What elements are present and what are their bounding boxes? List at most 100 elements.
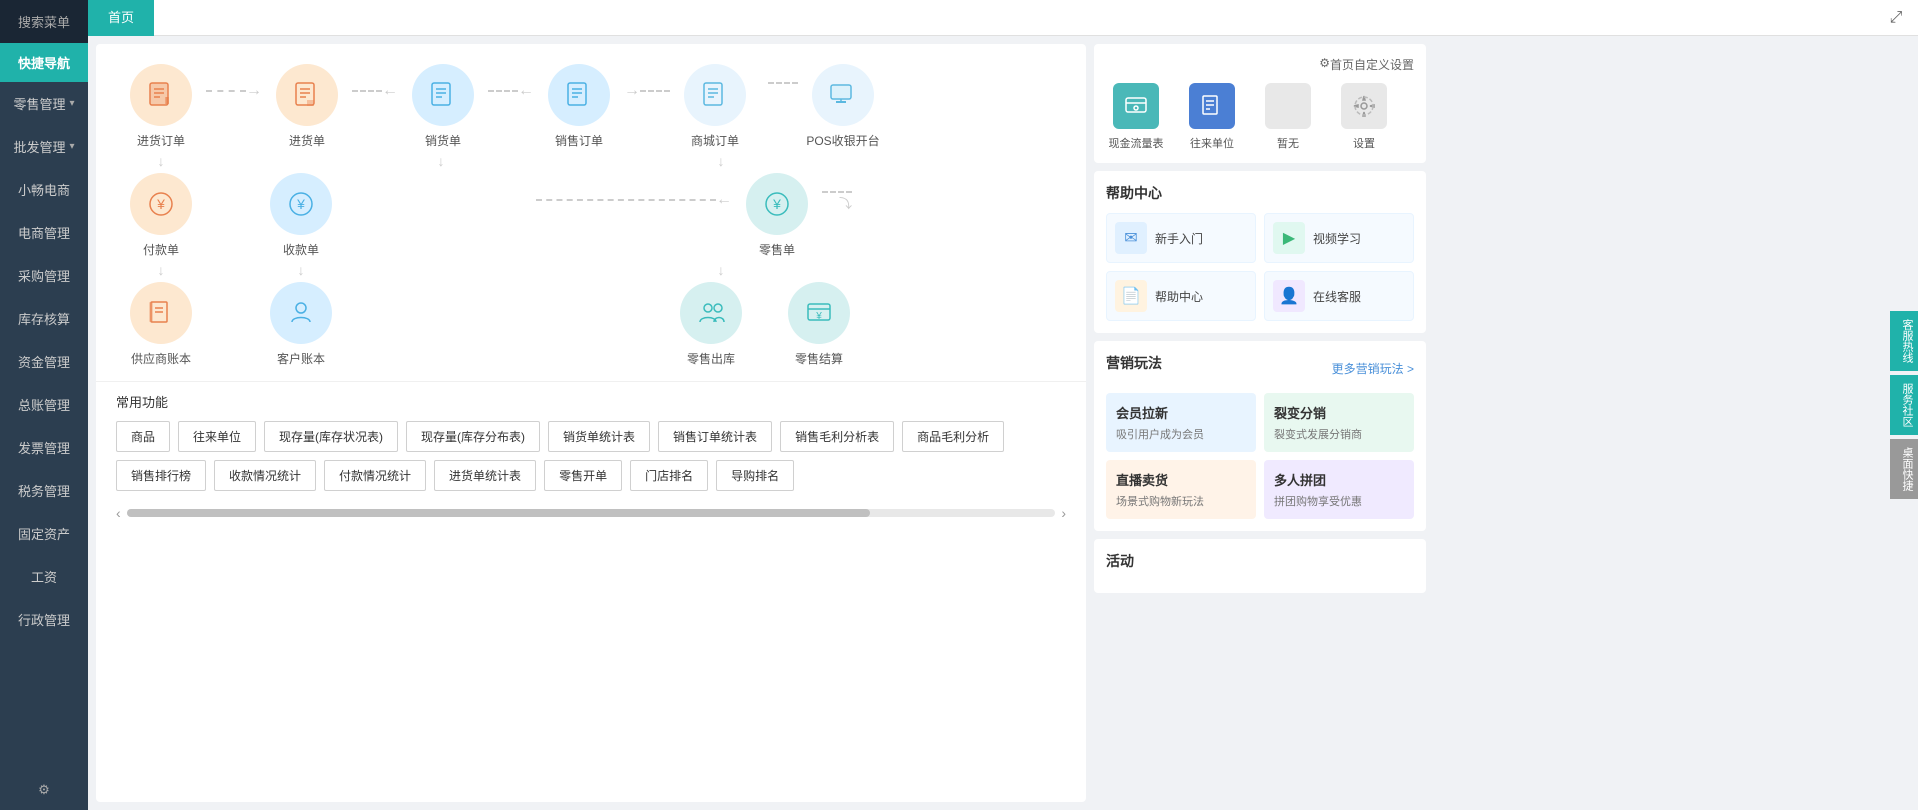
quick-nav-header[interactable]: ⚙ 首页自定义设置 (1106, 56, 1414, 73)
gear-icon: ⚙ (38, 782, 50, 797)
svg-text:¥: ¥ (772, 196, 781, 212)
sidebar-item-salary[interactable]: 工资 (0, 555, 88, 598)
help-item-help[interactable]: 📄 帮助中心 (1106, 271, 1256, 321)
cashflow-label: 现金流量表 (1109, 135, 1164, 151)
quick-icon-contacts[interactable]: 往来单位 (1182, 83, 1242, 151)
sidebar-search[interactable]: 搜索菜单 (0, 0, 88, 43)
node-receipt[interactable]: ¥ 收款单 (256, 173, 346, 258)
tab-home[interactable]: 首页 (88, 0, 154, 36)
gear-icon: ⚙ (1319, 56, 1330, 73)
chevron-down-icon: ▾ (69, 141, 74, 152)
quick-icon-cashflow[interactable]: 现金流量表 (1106, 83, 1166, 151)
func-btn-stock1[interactable]: 现存量(库存状况表) (264, 421, 398, 452)
empty-icon (1265, 83, 1311, 129)
sidebar-item-invoice[interactable]: 发票管理 (0, 426, 88, 469)
node-payment[interactable]: ¥ 付款单 (116, 173, 206, 258)
func-btn-store-rank[interactable]: 门店排名 (630, 460, 708, 491)
help-item-beginner[interactable]: ✉ 新手入门 (1106, 213, 1256, 263)
left-panel: 进货订单 → (96, 44, 1086, 802)
sidebar-item-wholesale[interactable]: 批发管理▾ (0, 125, 88, 168)
marketing-member-title: 会员拉新 (1116, 403, 1246, 422)
quick-icon-settings[interactable]: 设置 (1334, 83, 1394, 151)
common-func-section: 常用功能 商品 往来单位 现存量(库存状况表) 现存量(库存分布表) 销货单统计… (96, 381, 1086, 505)
sidebar: 搜索菜单 快捷导航 零售管理▾ 批发管理▾ 小畅电商 电商管理 采购管理 库存核… (0, 0, 88, 810)
sidebar-item-finance[interactable]: 资金管理 (0, 340, 88, 383)
sidebar-item-ecommerce-small[interactable]: 小畅电商 (0, 168, 88, 211)
main-area: 首页 ⤢ (88, 0, 1918, 810)
receipt-icon: ¥ (270, 173, 332, 235)
float-btn-hotline[interactable]: 客服热线 (1890, 311, 1918, 371)
float-btn-desktop[interactable]: 桌面快捷 (1890, 439, 1918, 499)
func-btn-receipt-stat[interactable]: 收款情况统计 (214, 460, 316, 491)
func-btn-retail-order[interactable]: 零售开单 (544, 460, 622, 491)
retail-out-icon (680, 282, 742, 344)
purchase-icon (276, 64, 338, 126)
supplier-book-icon (130, 282, 192, 344)
settings-label: 设置 (1353, 135, 1375, 151)
node-retail-order[interactable]: ¥ 零售单 (732, 173, 822, 258)
quick-icons-row: 现金流量表 往来单位 (1106, 83, 1414, 151)
marketing-title: 营销玩法 (1106, 353, 1162, 373)
sidebar-item-ledger[interactable]: 总账管理 (0, 383, 88, 426)
func-btn-sales-stat[interactable]: 销货单统计表 (548, 421, 650, 452)
node-customer-book[interactable]: 客户账本 (256, 282, 346, 367)
func-btn-guide-rank[interactable]: 导购排名 (716, 460, 794, 491)
common-func-title: 常用功能 (116, 392, 1066, 411)
sidebar-item-tax[interactable]: 税务管理 (0, 469, 88, 512)
marketing-grid: 会员拉新 吸引用户成为会员 裂变分销 裂变式发展分销商 直播卖货 场景式购物新玩… (1106, 393, 1414, 519)
activity-section: 活动 (1094, 539, 1426, 593)
marketing-section: 营销玩法 更多营销玩法 > 会员拉新 吸引用户成为会员 裂变分销 裂变式发展分销… (1094, 341, 1426, 531)
sales-icon (412, 64, 474, 126)
func-btn-order-stat[interactable]: 销售订单统计表 (658, 421, 772, 452)
sidebar-item-retail[interactable]: 零售管理▾ (0, 82, 88, 125)
marketing-fission[interactable]: 裂变分销 裂变式发展分销商 (1264, 393, 1414, 452)
marketing-member[interactable]: 会员拉新 吸引用户成为会员 (1106, 393, 1256, 452)
help-icon-doc: 📄 (1115, 280, 1147, 312)
func-btn-contacts[interactable]: 往来单位 (178, 421, 256, 452)
scroll-left-arrow[interactable]: ‹ (116, 505, 121, 521)
node-retail-settle[interactable]: ¥ 零售结算 (774, 282, 864, 367)
sidebar-settings[interactable]: ⚙ (0, 770, 88, 810)
node-purchase[interactable]: 进货单 (262, 64, 352, 149)
node-purchase-order[interactable]: 进货订单 (116, 64, 206, 149)
func-btn-purchase-stat[interactable]: 进货单统计表 (434, 460, 536, 491)
expand-icon[interactable]: ⤢ (1882, 4, 1910, 32)
node-sales[interactable]: 销货单 (398, 64, 488, 149)
help-item-service[interactable]: 👤 在线客服 (1264, 271, 1414, 321)
node-sales-order[interactable]: 销售订单 (534, 64, 624, 149)
help-grid: ✉ 新手入门 ▶ 视频学习 📄 帮助中心 👤 在线客服 (1106, 213, 1414, 321)
sidebar-item-assets[interactable]: 固定资产 (0, 512, 88, 555)
node-pos[interactable]: POS收银开台 (798, 64, 888, 149)
scroll-track[interactable] (127, 509, 1056, 517)
marketing-live[interactable]: 直播卖货 场景式购物新玩法 (1106, 460, 1256, 519)
quick-icon-empty[interactable]: 暂无 (1258, 83, 1318, 151)
sidebar-item-ecommerce[interactable]: 电商管理 (0, 211, 88, 254)
help-item-video[interactable]: ▶ 视频学习 (1264, 213, 1414, 263)
func-btn-stock2[interactable]: 现存量(库存分布表) (406, 421, 540, 452)
sidebar-item-purchase[interactable]: 采购管理 (0, 254, 88, 297)
func-btn-rank[interactable]: 销售排行榜 (116, 460, 206, 491)
activity-title: 活动 (1106, 551, 1414, 571)
marketing-live-desc: 场景式购物新玩法 (1116, 493, 1246, 509)
chevron-down-icon: ▾ (69, 98, 74, 109)
func-btn-gross2[interactable]: 商品毛利分析 (902, 421, 1004, 452)
marketing-fission-desc: 裂变式发展分销商 (1274, 426, 1404, 442)
scroll-right-arrow[interactable]: › (1061, 505, 1066, 521)
marketing-group[interactable]: 多人拼团 拼团购物享受优惠 (1264, 460, 1414, 519)
retail-order-icon: ¥ (746, 173, 808, 235)
func-btn-payment-stat[interactable]: 付款情况统计 (324, 460, 426, 491)
sidebar-item-inventory[interactable]: 库存核算 (0, 297, 88, 340)
more-marketing-link[interactable]: 更多营销玩法 > (1332, 360, 1414, 377)
sidebar-item-admin[interactable]: 行政管理 (0, 598, 88, 641)
node-retail-out[interactable]: 零售出库 (666, 282, 756, 367)
empty-label: 暂无 (1277, 135, 1299, 151)
pos-icon (812, 64, 874, 126)
top-tabs: 首页 ⤢ (88, 0, 1918, 36)
func-btn-goods[interactable]: 商品 (116, 421, 170, 452)
node-supplier-book[interactable]: 供应商账本 (116, 282, 206, 367)
node-mall-order[interactable]: 商城订单 (670, 64, 760, 149)
marketing-live-title: 直播卖货 (1116, 470, 1246, 489)
func-btn-gross1[interactable]: 销售毛利分析表 (780, 421, 894, 452)
float-btn-community[interactable]: 服务社区 (1890, 375, 1918, 435)
right-panel: ⚙ 首页自定义设置 现金流量表 (1094, 36, 1434, 810)
